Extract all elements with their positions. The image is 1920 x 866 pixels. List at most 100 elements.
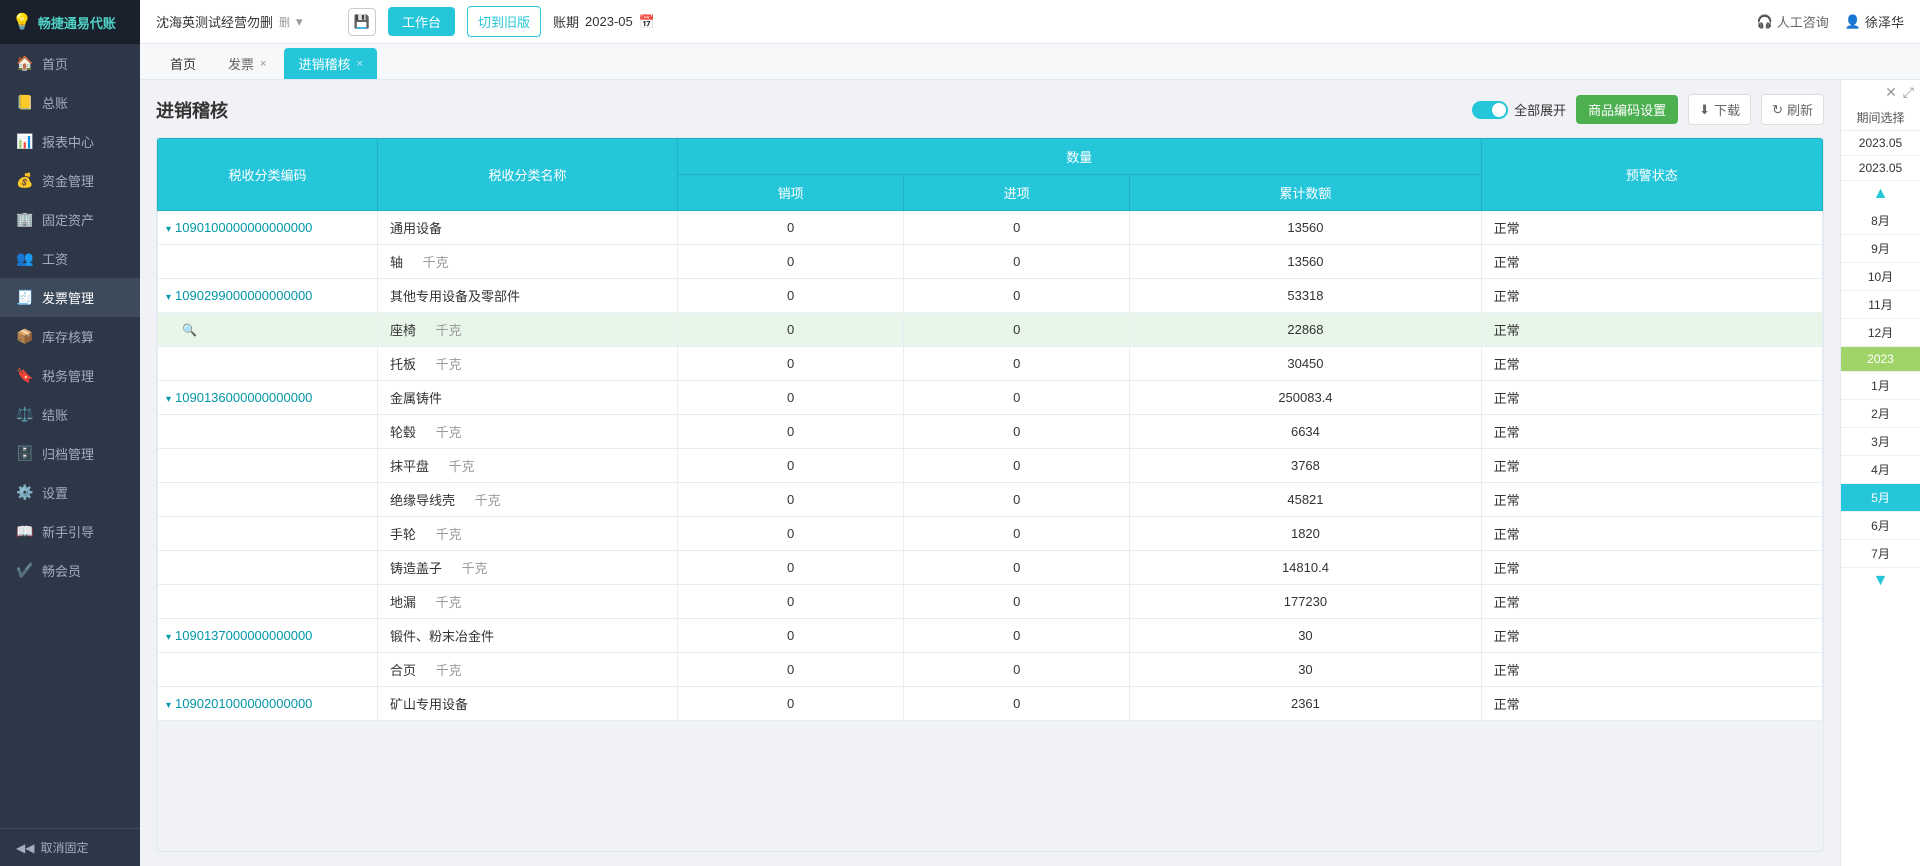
period-11[interactable]: 11月 (1841, 291, 1920, 319)
cell-purchase: 0 (904, 619, 1130, 653)
sidebar-item-label: 固定资产 (42, 210, 94, 229)
sidebar-item-home[interactable]: 🏠 首页 (0, 44, 140, 83)
period-value: 2023-05 (585, 14, 633, 29)
cell-total: 177230 (1130, 585, 1481, 619)
download-btn[interactable]: ⬇ 下载 (1688, 94, 1751, 125)
product-code-btn[interactable]: 商品编码设置 (1576, 95, 1678, 124)
sidebar-item-label: 资金管理 (42, 171, 94, 190)
cell-sale: 0 (678, 381, 904, 415)
cell-purchase: 0 (904, 483, 1130, 517)
table-row[interactable]: ▾1090137000000000000 锻件、粉末冶金件 0 0 30 正常 (158, 619, 1823, 653)
period-12[interactable]: 12月 (1841, 319, 1920, 347)
header-tax-name: 税收分类名称 (378, 139, 678, 211)
period-5[interactable]: 5月 (1841, 484, 1920, 512)
table-row[interactable]: 合页 千克 0 0 30 正常 (158, 653, 1823, 687)
table-row[interactable]: ▾1090100000000000000 通用设备 0 0 13560 正常 (158, 211, 1823, 245)
sidebar-nav: 🏠 首页 📒 总账 📊 报表中心 💰 资金管理 🏢 固定资产 👥 工资 🧾 发票… (0, 44, 140, 828)
table-container: 税收分类编码 税收分类名称 数量 预警状态 销项 进项 累计数额 ▾10 (156, 137, 1824, 852)
sidebar-unpin[interactable]: ◀◀ 取消固定 (0, 828, 140, 866)
period-2[interactable]: 2月 (1841, 400, 1920, 428)
period-year-2023: 2023 (1841, 347, 1920, 372)
table-row[interactable]: ▾1090136000000000000 金属铸件 0 0 250083.4 正… (158, 381, 1823, 415)
cell-total: 53318 (1130, 279, 1481, 313)
period-9[interactable]: 9月 (1841, 235, 1920, 263)
tab-invoice-close[interactable]: × (260, 58, 266, 70)
table-row[interactable]: 铸造盖子 千克 0 0 14810.4 正常 (158, 551, 1823, 585)
support-button[interactable]: 🎧 人工咨询 (1757, 12, 1829, 31)
table-row[interactable]: ▾1090201000000000000 矿山专用设备 0 0 2361 正常 (158, 687, 1823, 721)
cell-purchase: 0 (904, 585, 1130, 619)
cell-total: 30 (1130, 619, 1481, 653)
unpin-label: 取消固定 (40, 839, 88, 856)
tab-reconcile[interactable]: 进销稽核 × (284, 48, 376, 79)
support-icon: 🎧 (1757, 14, 1773, 30)
period-4[interactable]: 4月 (1841, 456, 1920, 484)
period-10[interactable]: 10月 (1841, 263, 1920, 291)
old-version-button[interactable]: 切到旧版 (467, 6, 541, 37)
tabbar: 首页 发票 × 进销稽核 × (140, 44, 1920, 80)
tab-invoice[interactable]: 发票 × (214, 48, 280, 79)
period-up-nav[interactable]: ▲ (1841, 181, 1920, 207)
sidebar-item-settlement[interactable]: ⚖️ 结账 (0, 395, 140, 434)
sidebar-item-funds[interactable]: 💰 资金管理 (0, 161, 140, 200)
sidebar-item-member[interactable]: ✔️ 畅会员 (0, 551, 140, 590)
table-row[interactable]: 绝缘导线壳 千克 0 0 45821 正常 (158, 483, 1823, 517)
refresh-btn[interactable]: ↻ 刷新 (1761, 94, 1824, 125)
period-expand-icon[interactable]: ⤢ (1903, 84, 1914, 101)
period-6[interactable]: 6月 (1841, 512, 1920, 540)
sidebar-item-tax[interactable]: 🔖 税务管理 (0, 356, 140, 395)
table-row[interactable]: ▾1090299000000000000 其他专用设备及零部件 0 0 5331… (158, 279, 1823, 313)
calendar-icon[interactable]: 📅 (639, 14, 655, 30)
period-3[interactable]: 3月 (1841, 428, 1920, 456)
cell-purchase: 0 (904, 279, 1130, 313)
cell-name: 矿山专用设备 (378, 687, 678, 721)
support-label: 人工咨询 (1777, 12, 1829, 31)
tab-home[interactable]: 首页 (156, 48, 210, 79)
period-1[interactable]: 1月 (1841, 372, 1920, 400)
sidebar-item-label: 新手引导 (42, 522, 94, 541)
table-row[interactable]: 托板 千克 0 0 30450 正常 (158, 347, 1823, 381)
sidebar-item-assets[interactable]: 🏢 固定资产 (0, 200, 140, 239)
settlement-icon: ⚖️ (16, 406, 34, 423)
save-button[interactable]: 💾 (348, 8, 376, 36)
table-row[interactable]: 手轮 千克 0 0 1820 正常 (158, 517, 1823, 551)
tab-reconcile-close[interactable]: × (356, 58, 362, 70)
table-row[interactable]: 轴 千克 0 0 13560 正常 (158, 245, 1823, 279)
cell-status: 正常 (1481, 551, 1822, 585)
table-body: ▾1090100000000000000 通用设备 0 0 13560 正常 轴… (158, 211, 1823, 721)
period-close-icon[interactable]: ✕ (1885, 84, 1897, 101)
company-selector[interactable]: 沈海英测试经营勿删 删 ▾ (156, 12, 336, 31)
page-content: 进销稽核 全部展开 商品编码设置 ⬇ 下载 ↻ 刷新 (140, 80, 1920, 866)
table-row[interactable]: 抹平盘 千克 0 0 3768 正常 (158, 449, 1823, 483)
cell-sale: 0 (678, 279, 904, 313)
tax-icon: 🔖 (16, 367, 34, 384)
table-row[interactable]: 轮毂 千克 0 0 6634 正常 (158, 415, 1823, 449)
period-item-2023-05-1[interactable]: 2023.05 (1841, 131, 1920, 156)
cell-status: 正常 (1481, 517, 1822, 551)
cell-status: 正常 (1481, 313, 1822, 347)
period-7[interactable]: 7月 (1841, 540, 1920, 568)
period-item-2023-05-2[interactable]: 2023.05 (1841, 156, 1920, 181)
user-info[interactable]: 👤 徐泽华 (1845, 12, 1904, 31)
table-row[interactable]: 地漏 千克 0 0 177230 正常 (158, 585, 1823, 619)
sidebar-item-guide[interactable]: 📖 新手引导 (0, 512, 140, 551)
sidebar-item-reports[interactable]: 📊 报表中心 (0, 122, 140, 161)
sidebar-item-inventory[interactable]: 📦 库存核算 (0, 317, 140, 356)
sidebar-item-payroll[interactable]: 👥 工资 (0, 239, 140, 278)
table-row[interactable]: 🔍 座椅 千克 0 0 22868 正常 (158, 313, 1823, 347)
period-down-nav[interactable]: ▼ (1841, 568, 1920, 594)
sidebar-item-ledger[interactable]: 📒 总账 (0, 83, 140, 122)
cell-sale: 0 (678, 585, 904, 619)
cell-status: 正常 (1481, 483, 1822, 517)
cell-total: 6634 (1130, 415, 1481, 449)
sidebar-item-settings[interactable]: ⚙️ 设置 (0, 473, 140, 512)
download-icon: ⬇ (1699, 102, 1710, 118)
period-8[interactable]: 8月 (1841, 207, 1920, 235)
sidebar-item-archive[interactable]: 🗄️ 归档管理 (0, 434, 140, 473)
toggle-all-switch[interactable] (1472, 101, 1508, 119)
workbench-button[interactable]: 工作台 (388, 7, 455, 36)
cell-status: 正常 (1481, 653, 1822, 687)
sidebar-item-invoices[interactable]: 🧾 发票管理 (0, 278, 140, 317)
cell-code (158, 245, 378, 279)
cell-code: ▾1090136000000000000 (158, 381, 378, 415)
